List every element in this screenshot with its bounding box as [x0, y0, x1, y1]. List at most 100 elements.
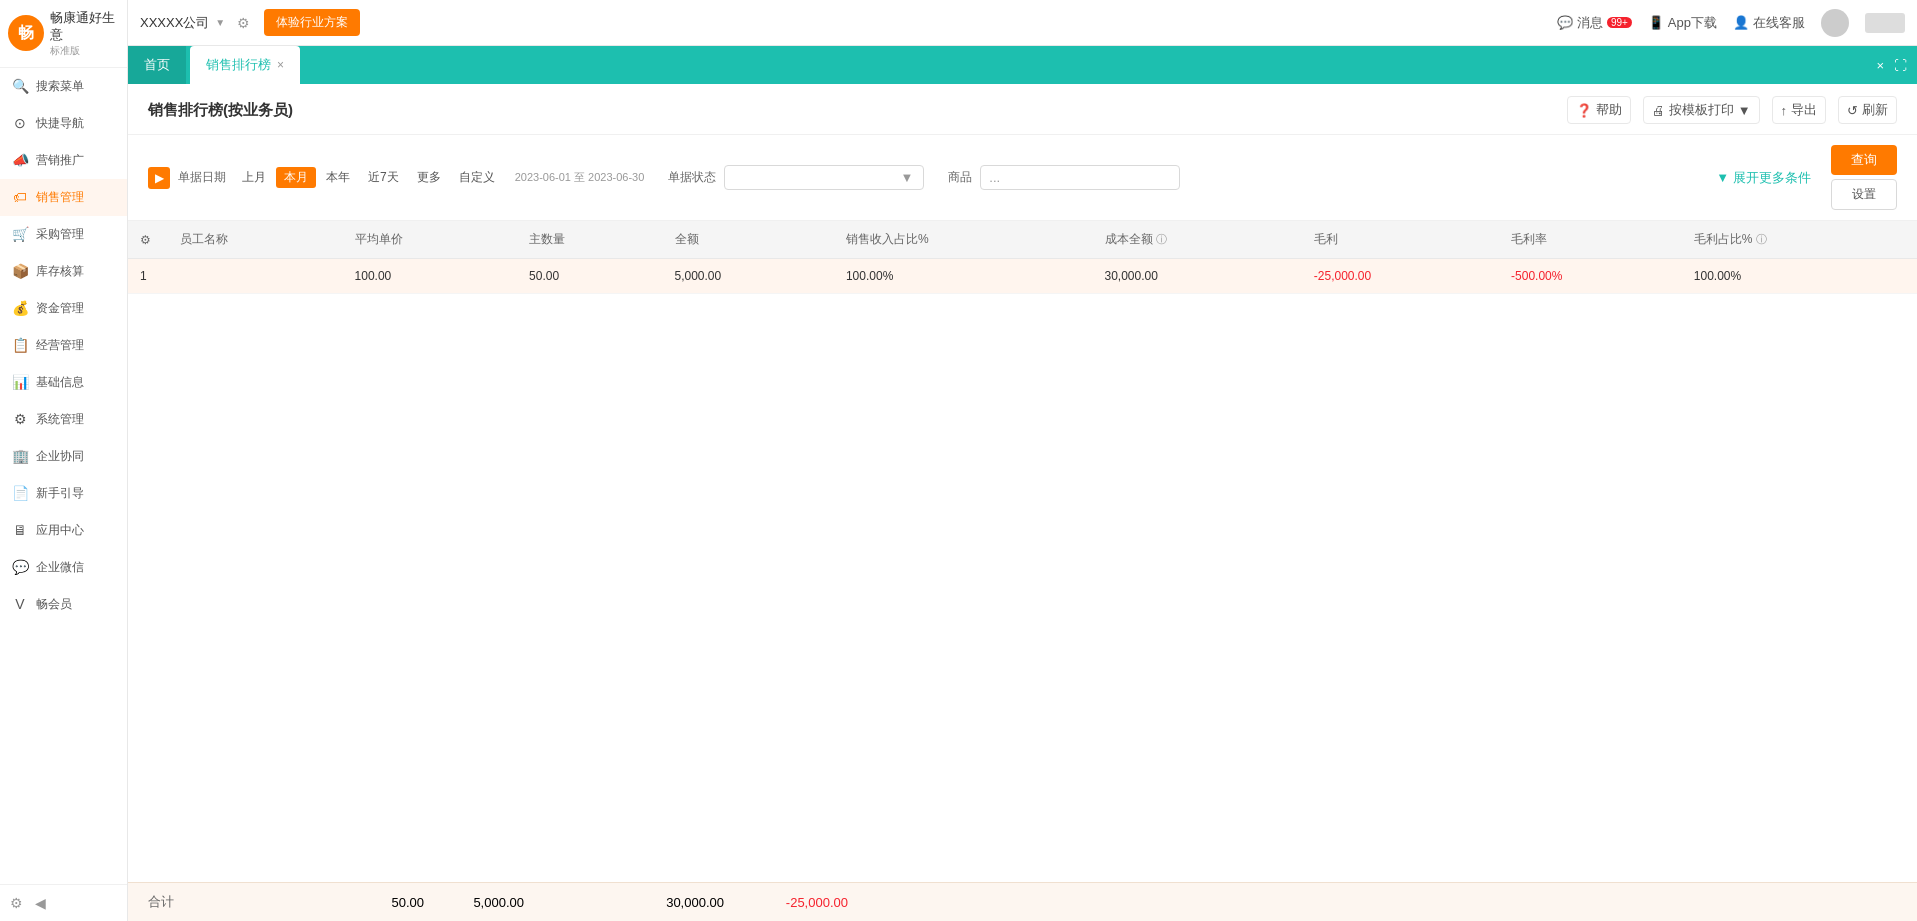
col-employee-name: 员工名称: [168, 221, 343, 259]
settings-btn[interactable]: 设置: [1831, 179, 1897, 210]
sidebar-item-7[interactable]: 📋经营管理: [0, 327, 127, 364]
sidebar-item-2[interactable]: 📣 营销推广: [0, 142, 127, 179]
sidebar-item-14[interactable]: V畅会员: [0, 586, 127, 623]
page-title: 销售排行榜(按业务员): [148, 101, 293, 130]
company-selector[interactable]: XXXXX公司 ▼: [140, 14, 225, 32]
online-service-btn[interactable]: 👤 在线客服: [1733, 14, 1805, 32]
tab-home[interactable]: 首页: [128, 46, 186, 84]
app-download-label: App下载: [1668, 14, 1717, 32]
main-area: XXXXX公司 ▼ ⚙ 体验行业方案 💬 消息 99+ 📱 App下载 👤 在线…: [128, 0, 1917, 921]
table-header-row: ⚙ 员工名称 平均单价 主数量 全额 销售收入占比% 成本全额 ⓘ 毛利 毛利率: [128, 221, 1917, 259]
expand-more-btn[interactable]: ▼ 展开更多条件: [1716, 169, 1811, 187]
nav-label-7: 经营管理: [36, 337, 84, 354]
nav-icon-12: 🖥: [12, 522, 28, 538]
tab-close-icon[interactable]: ×: [277, 58, 284, 72]
sidebar-item-10[interactable]: 🏢企业协同: [0, 438, 127, 475]
print-chevron-icon: ▼: [1738, 103, 1751, 118]
service-icon: 👤: [1733, 15, 1749, 30]
cell-profit-rate: -500.00%: [1499, 259, 1682, 294]
window-close-icon[interactable]: ×: [1876, 58, 1884, 73]
cost-info-icon[interactable]: ⓘ: [1156, 233, 1167, 245]
app-download-btn[interactable]: 📱 App下载: [1648, 14, 1717, 32]
topbar-gear-icon[interactable]: ⚙: [237, 15, 250, 31]
goods-placeholder: ...: [989, 170, 1000, 185]
data-table: ⚙ 员工名称 平均单价 主数量 全额 销售收入占比% 成本全额 ⓘ 毛利 毛利率: [128, 221, 1917, 294]
page-header: 销售排行榜(按业务员) ❓ 帮助 🖨 按模板打印 ▼ ↑ 导出 ↺ 刷新: [128, 84, 1917, 135]
export-icon: ↑: [1781, 103, 1788, 118]
tab-sales-rank[interactable]: 销售排行榜 ×: [190, 46, 300, 84]
export-btn[interactable]: ↑ 导出: [1772, 96, 1827, 124]
cell-avg-price: 100.00: [343, 259, 518, 294]
col-settings-icon[interactable]: ⚙: [128, 221, 168, 259]
sidebar-item-3[interactable]: 🏷销售管理: [0, 179, 127, 216]
query-btn[interactable]: 查询: [1831, 145, 1897, 175]
footer-profit: -25,000.00: [748, 895, 848, 910]
online-service-label: 在线客服: [1753, 14, 1805, 32]
sidebar-bottom: ⚙ ◀: [0, 884, 127, 921]
sidebar-item-13[interactable]: 💬 企业微信: [0, 549, 127, 586]
help-btn[interactable]: ❓ 帮助: [1567, 96, 1631, 124]
nav-icon-4: 🛒: [12, 226, 28, 242]
nav-icon-13: 💬: [12, 559, 28, 575]
tabbar-right: × ⛶: [1876, 58, 1917, 73]
date-current-month[interactable]: 本月: [276, 167, 316, 188]
nav-label-1: 快捷导航: [36, 115, 84, 132]
status-select[interactable]: ▼: [724, 165, 924, 190]
print-icon: 🖨: [1652, 103, 1665, 118]
nav-label-6: 资金管理: [36, 300, 84, 317]
sidebar-item-9[interactable]: ⚙系统管理: [0, 401, 127, 438]
sidebar-item-1[interactable]: ⊙ 快捷导航: [0, 105, 127, 142]
date-more[interactable]: 更多: [409, 167, 449, 188]
nav-icon-1: ⊙: [12, 115, 28, 131]
sidebar-item-0[interactable]: 🔍 搜索菜单: [0, 68, 127, 105]
nav-icon-0: 🔍: [12, 78, 28, 94]
nav-icon-9: ⚙: [12, 411, 28, 427]
col-quantity: 主数量: [517, 221, 662, 259]
tab-sales-rank-label: 销售排行榜: [206, 56, 271, 74]
nav-label-8: 基础信息: [36, 374, 84, 391]
sidebar-item-4[interactable]: 🛒 采购管理: [0, 216, 127, 253]
nav-label-10: 企业协同: [36, 448, 84, 465]
nav-label-0: 搜索菜单: [36, 78, 84, 95]
nav-icon-2: 📣: [12, 152, 28, 168]
table-footer: 合计 50.00 5,000.00 30,000.00 -25,000.00: [128, 882, 1917, 921]
topbar: XXXXX公司 ▼ ⚙ 体验行业方案 💬 消息 99+ 📱 App下载 👤 在线…: [128, 0, 1917, 46]
notification-btn[interactable]: 💬 消息 99+: [1557, 14, 1632, 32]
col-profit-rate: 毛利率: [1499, 221, 1682, 259]
refresh-btn[interactable]: ↺ 刷新: [1838, 96, 1897, 124]
user-name-placeholder: [1865, 13, 1905, 33]
print-btn[interactable]: 🖨 按模板打印 ▼: [1643, 96, 1760, 124]
expand-more-area: ▼ 展开更多条件: [1716, 169, 1811, 187]
tabbar: 首页 销售排行榜 × × ⛶: [128, 46, 1917, 84]
profit-pct-info-icon[interactable]: ⓘ: [1756, 233, 1767, 245]
industry-btn[interactable]: 体验行业方案: [264, 9, 360, 36]
goods-label: 商品: [948, 169, 972, 186]
logo-area: 畅 畅康通好生意 标准版: [0, 0, 127, 68]
avatar[interactable]: [1821, 9, 1849, 37]
date-7days[interactable]: 近7天: [360, 167, 407, 188]
page-actions: ❓ 帮助 🖨 按模板打印 ▼ ↑ 导出 ↺ 刷新: [1567, 96, 1897, 134]
filter-toggle-btn[interactable]: ▶: [148, 167, 170, 189]
nav-label-2: 营销推广: [36, 152, 84, 169]
nav-label-4: 采购管理: [36, 226, 84, 243]
sidebar-item-8[interactable]: 📊基础信息: [0, 364, 127, 401]
date-year[interactable]: 本年: [318, 167, 358, 188]
footer-amount: 5,000.00: [448, 895, 548, 910]
sidebar-item-6[interactable]: 💰资金管理: [0, 290, 127, 327]
sidebar-item-11[interactable]: 📄新手引导: [0, 475, 127, 512]
col-profit: 毛利: [1302, 221, 1499, 259]
date-prev-month[interactable]: 上月: [234, 167, 274, 188]
goods-input[interactable]: ...: [980, 165, 1180, 190]
window-maximize-icon[interactable]: ⛶: [1894, 58, 1907, 73]
query-area: 查询 设置: [1831, 145, 1897, 210]
settings-icon[interactable]: ⚙: [10, 895, 23, 911]
collapse-icon[interactable]: ◀: [35, 895, 46, 911]
date-tabs: 上月 本月 本年 近7天 更多 自定义: [234, 167, 503, 188]
col-amount: 全额: [663, 221, 834, 259]
nav-icon-14: V: [12, 596, 28, 612]
sidebar-item-12[interactable]: 🖥应用中心: [0, 512, 127, 549]
nav-label-13: 企业微信: [36, 559, 84, 576]
sidebar-item-5[interactable]: 📦库存核算: [0, 253, 127, 290]
date-custom[interactable]: 自定义: [451, 167, 503, 188]
nav-icon-3: 🏷: [12, 189, 28, 205]
